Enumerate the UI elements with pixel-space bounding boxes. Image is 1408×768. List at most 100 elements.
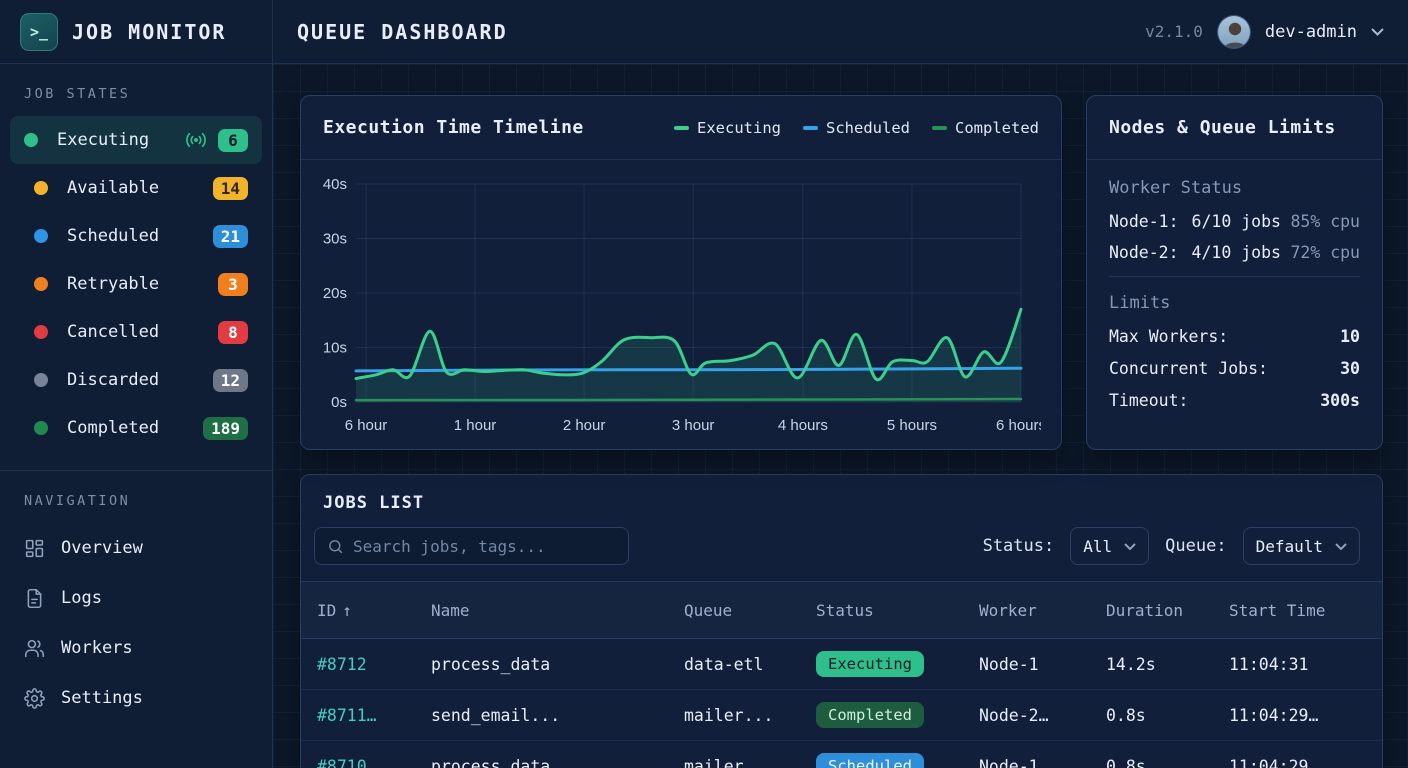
logs-document-icon [27,588,42,608]
state-label: Scheduled [67,226,160,246]
cancelled-state-dot [34,325,48,339]
legend-label: Executing [697,118,781,137]
node-cpu: 72% cpu [1290,243,1360,262]
app-title: JOB MONITOR [72,19,227,44]
limit-label: Concurrent Jobs: [1109,359,1268,378]
state-count-badge: 12 [212,368,248,392]
status-badge: Scheduled [816,753,924,768]
sidebar-item-logs[interactable]: Logs [0,573,272,623]
job-name: send_email... [431,705,561,725]
column-header-id[interactable]: ID ↑ [317,601,431,620]
status-badge: Executing [816,651,924,677]
legend-item-scheduled: Scheduled [803,119,910,137]
status-badge: Completed [816,702,924,728]
nav-label: Settings [61,688,143,708]
state-count-badge: 189 [203,416,248,440]
sidebar-item-available[interactable]: Available 14 [10,164,262,212]
jobs-list-title: JOBS LIST [323,493,425,513]
column-header-name[interactable]: Name [431,601,684,620]
executing-state-dot [24,133,38,147]
column-header-queue[interactable]: Queue [684,601,816,620]
job-status: Scheduled [816,753,979,768]
state-label: Available [67,178,160,198]
node-2-status-row: Node-2: 4/10 jobs 72% cpu [1109,243,1360,262]
sidebar-item-cancelled[interactable]: Cancelled 8 [10,308,262,356]
sort-ascending-icon: ↑ [342,600,352,620]
sidebar-item-scheduled[interactable]: Scheduled 21 [10,212,262,260]
nodes-card-body: Worker Status Node-1: 6/10 jobs 85% cpu … [1087,160,1382,441]
job-id-link[interactable]: #8712 [317,655,431,674]
sidebar-item-settings[interactable]: Settings [0,673,272,723]
sidebar-item-overview[interactable]: Overview [0,523,272,573]
terminal-icon: >_ [20,12,58,51]
sidebar-item-completed[interactable]: Completed 189 [10,404,262,452]
node-jobs: 6/10 jobs [1191,212,1281,231]
sidebar-item-workers[interactable]: Workers [0,623,272,673]
nodes-card-divider [1109,276,1360,277]
status-filter-label: Status: [982,536,1055,556]
sidebar-item-discarded[interactable]: Discarded 12 [10,356,262,404]
sidebar-item-retryable[interactable]: Retryable 3 [10,260,262,308]
job-states-section-label: JOB STATES [24,86,131,102]
state-count-badge: 21 [212,224,248,248]
legend-item-executing: Executing [674,119,781,137]
timeout-row: Timeout: 300s [1109,391,1360,410]
chart-title: Execution Time Timeline [323,117,584,138]
user-menu-chevron-down-icon[interactable] [1371,27,1384,36]
job-name: process_data [431,654,551,674]
chart-body: 0s 10s 20s 30s 40s 6 hour 1 hour 2 hour 3 hour 4 … [301,160,1061,446]
state-label: Completed [67,418,160,438]
job-duration: 14.2s [1106,654,1156,674]
discarded-state-dot [34,373,48,387]
chart-legend: Executing Scheduled Completed [674,119,1039,137]
user-avatar[interactable] [1216,14,1251,49]
job-worker: Node-1 [979,756,1039,768]
column-header-worker[interactable]: Worker [979,601,1106,620]
available-state-dot [34,181,48,195]
state-label: Discarded [67,370,160,390]
search-input[interactable] [314,527,629,565]
column-header-duration[interactable]: Duration [1106,601,1229,620]
queue-filter-select[interactable]: Default [1242,527,1360,565]
job-id-link[interactable]: #8710 [317,757,431,768]
nav-label: Overview [61,538,143,558]
filters: Status: All Queue: Default [983,527,1360,565]
concurrent-jobs-row: Concurrent Jobs: 30 [1109,359,1360,378]
table-row[interactable]: #8710 process_data mailer Scheduled Node… [301,741,1382,768]
live-broadcast-icon [184,132,208,148]
execution-timeline-card: Execution Time Timeline Executing Schedu… [300,95,1062,450]
node-1-status-row: Node-1: 6/10 jobs 85% cpu [1109,212,1360,231]
svg-text:5 hours: 5 hours [887,417,937,434]
limit-value: 10 [1340,327,1360,346]
page-title: QUEUE DASHBOARD [297,19,508,44]
node-cpu: 85% cpu [1290,212,1360,231]
job-id-link[interactable]: #8711… [317,706,431,725]
limit-value: 300s [1320,391,1360,410]
overview-grid-icon [25,539,44,557]
job-start-time: 11:04:31 [1229,654,1309,674]
sidebar-item-executing[interactable]: Executing 6 [10,116,262,164]
sidebar-divider [0,470,272,471]
terminal-glyph: >_ [29,22,49,41]
search-field[interactable] [353,536,616,556]
column-header-start-time[interactable]: Start Time [1229,601,1366,620]
username-label[interactable]: dev-admin [1265,22,1357,42]
state-count-badge: 3 [218,272,248,296]
column-header-status[interactable]: Status [816,601,979,620]
jobs-table-header-row: ID ↑ Name Queue Status Worker Duration St… [301,581,1382,639]
limits-label: Limits [1109,293,1171,313]
svg-text:4 hours: 4 hours [778,417,828,434]
table-row[interactable]: #8711… send_email... mailer... Completed… [301,690,1382,741]
job-start-time: 11:04:29 [1229,756,1309,768]
legend-item-completed: Completed [932,119,1039,137]
jobs-controls: Status: All Queue: Default [314,527,1360,565]
navigation-section-label: NAVIGATION [24,493,131,509]
job-status: Executing [816,651,979,677]
job-queue: mailer... [684,705,774,725]
status-filter-select[interactable]: All [1070,527,1150,565]
top-bar: >_ JOB MONITOR QUEUE DASHBOARD v2.1.0 de… [0,0,1408,64]
jobs-table: ID ↑ Name Queue Status Worker Duration St… [301,581,1382,768]
svg-text:30s: 30s [323,231,347,248]
search-icon [329,539,343,553]
table-row[interactable]: #8712 process_data data-etl Executing No… [301,639,1382,690]
